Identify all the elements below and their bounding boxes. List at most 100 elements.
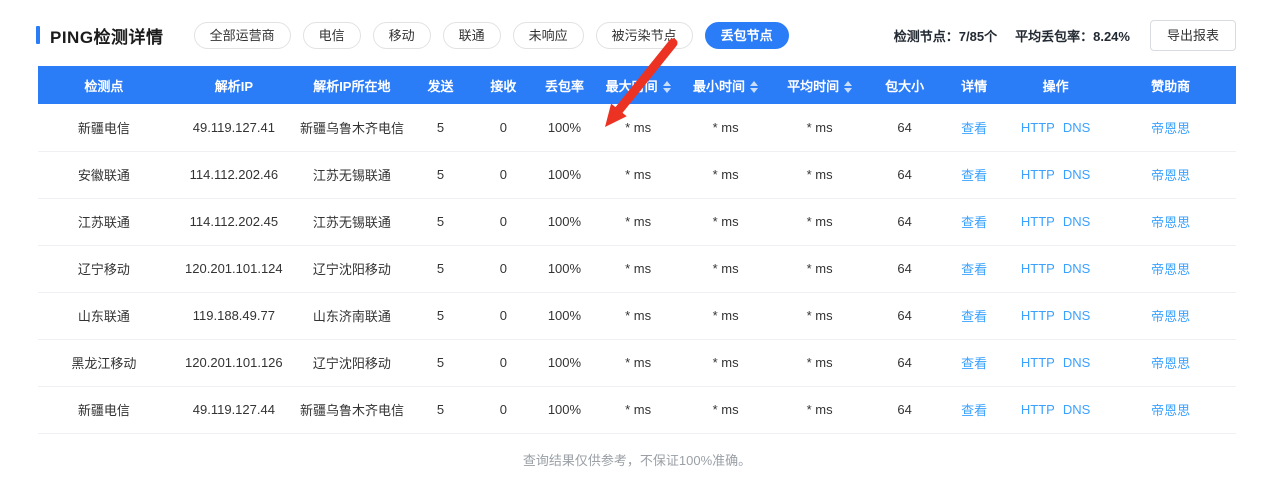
column-header-ops: 操作 — [1005, 66, 1106, 104]
node-cell: 新疆电信 — [38, 104, 170, 152]
operations-cell: HTTP DNS — [1005, 151, 1106, 199]
filter-pill-0[interactable]: 全部运营商 — [193, 21, 291, 49]
filter-pill-3[interactable]: 联通 — [442, 21, 501, 49]
stats: 检测节点：7/85个 平均丢包率：8.24% — [894, 26, 1130, 45]
view-detail-link[interactable]: 查看 — [961, 215, 987, 230]
operations-cell: HTTP DNS — [1005, 292, 1106, 340]
sort-icon[interactable] — [662, 81, 671, 94]
column-label-avg: 平均时间 — [787, 78, 840, 94]
filter-pill-5[interactable]: 被污染节点 — [595, 21, 693, 49]
http-test-link[interactable]: HTTP — [1021, 261, 1055, 276]
max-cell: * ms — [597, 386, 679, 434]
max-cell: * ms — [597, 104, 679, 152]
ip-cell: 49.119.127.44 — [169, 386, 298, 434]
http-test-link[interactable]: HTTP — [1021, 308, 1055, 323]
column-header-max[interactable]: 最大时间 — [597, 66, 679, 104]
sent-cell: 5 — [405, 292, 476, 340]
filter-pill-1[interactable]: 电信 — [302, 21, 361, 49]
sent-cell: 5 — [405, 386, 476, 434]
column-header-loss: 丢包率 — [531, 66, 598, 104]
column-header-sent: 发送 — [405, 66, 476, 104]
http-test-link[interactable]: HTTP — [1021, 402, 1055, 417]
sort-icon[interactable] — [844, 81, 853, 94]
sort-icon[interactable] — [750, 81, 759, 94]
http-test-link[interactable]: HTTP — [1021, 167, 1055, 182]
dns-test-link[interactable]: DNS — [1063, 214, 1090, 229]
http-test-link[interactable]: HTTP — [1021, 214, 1055, 229]
sponsor-link[interactable]: 帝恩思 — [1151, 168, 1190, 183]
loss-cell: 100% — [531, 151, 598, 199]
size-cell: 64 — [866, 292, 943, 340]
column-header-node: 检测点 — [38, 66, 170, 104]
ip-cell: 114.112.202.45 — [169, 198, 298, 246]
column-label-max: 最大时间 — [605, 78, 658, 94]
column-header-avg[interactable]: 平均时间 — [772, 66, 867, 104]
sponsor-link[interactable]: 帝恩思 — [1151, 356, 1190, 371]
location-cell: 辽宁沈阳移动 — [297, 339, 406, 387]
sponsor-link[interactable]: 帝恩思 — [1151, 403, 1190, 418]
filter-pill-2[interactable]: 移动 — [372, 21, 431, 49]
sponsor-link[interactable]: 帝恩思 — [1151, 262, 1190, 277]
dns-test-link[interactable]: DNS — [1063, 355, 1090, 370]
dns-test-link[interactable]: DNS — [1063, 167, 1090, 182]
view-detail-link[interactable]: 查看 — [961, 121, 987, 136]
http-test-link[interactable]: HTTP — [1021, 355, 1055, 370]
dns-test-link[interactable]: DNS — [1063, 120, 1090, 135]
sponsor-link[interactable]: 帝恩思 — [1151, 309, 1190, 324]
title-wrap: PING检测详情 — [36, 23, 164, 48]
view-detail-link[interactable]: 查看 — [961, 356, 987, 371]
caret-up-icon[interactable] — [662, 81, 671, 87]
max-cell: * ms — [597, 245, 679, 293]
loss-cell: 100% — [531, 386, 598, 434]
view-detail-link[interactable]: 查看 — [961, 403, 987, 418]
table-row: 山东联通 119.188.49.77 山东济南联通 5 0 100% * ms * ms * m… — [38, 292, 1236, 340]
caret-up-icon[interactable] — [750, 81, 759, 87]
sponsor-cell: 帝恩思 — [1105, 104, 1236, 152]
avg-loss-stat: 平均丢包率：8.24% — [1015, 26, 1130, 45]
dns-test-link[interactable]: DNS — [1063, 308, 1090, 323]
node-cell: 江苏联通 — [38, 198, 170, 246]
node-cell: 辽宁移动 — [38, 245, 170, 293]
view-detail-link[interactable]: 查看 — [961, 309, 987, 324]
column-header-min[interactable]: 最小时间 — [678, 66, 773, 104]
column-header-received: 接收 — [475, 66, 532, 104]
min-cell: * ms — [678, 292, 773, 340]
export-report-button[interactable]: 导出报表 — [1149, 19, 1236, 51]
dns-test-link[interactable]: DNS — [1063, 261, 1090, 276]
topbar: PING检测详情 全部运营商 电信 移动 联通 未响应 被污染节点 丢包节点 检测节点：7/… — [36, 19, 1236, 51]
detected-nodes-label: 检测节点： — [893, 28, 959, 44]
caret-up-icon[interactable] — [844, 81, 853, 87]
filter-pill-6-active[interactable]: 丢包节点 — [704, 21, 789, 49]
size-cell: 64 — [866, 198, 943, 246]
operations-cell: HTTP DNS — [1005, 245, 1106, 293]
sent-cell: 5 — [405, 245, 476, 293]
filter-pills: 全部运营商 电信 移动 联通 未响应 被污染节点 丢包节点 — [193, 21, 789, 49]
column-label-size: 包大小 — [885, 78, 925, 94]
received-cell: 0 — [475, 386, 532, 434]
sponsor-link[interactable]: 帝恩思 — [1151, 215, 1190, 230]
http-test-link[interactable]: HTTP — [1021, 120, 1055, 135]
column-label-sent: 发送 — [427, 78, 454, 94]
topbar-right: 检测节点：7/85个 平均丢包率：8.24% 导出报表 — [894, 19, 1236, 51]
caret-down-icon[interactable] — [844, 88, 853, 94]
ping-detail-page: PING检测详情 全部运营商 电信 移动 联通 未响应 被污染节点 丢包节点 检测节点：7/… — [0, 0, 1274, 482]
sponsor-link[interactable]: 帝恩思 — [1151, 121, 1190, 136]
loss-cell: 100% — [531, 198, 598, 246]
min-cell: * ms — [678, 386, 773, 434]
loss-cell: 100% — [531, 292, 598, 340]
caret-down-icon[interactable] — [750, 88, 759, 94]
column-header-ip: 解析IP — [169, 66, 298, 104]
view-detail-link[interactable]: 查看 — [961, 262, 987, 277]
caret-down-icon[interactable] — [662, 88, 671, 94]
received-cell: 0 — [475, 245, 532, 293]
operations-cell: HTTP DNS — [1005, 104, 1106, 152]
view-detail-link[interactable]: 查看 — [961, 168, 987, 183]
filter-pill-4[interactable]: 未响应 — [512, 21, 584, 49]
received-cell: 0 — [475, 198, 532, 246]
location-cell: 辽宁沈阳移动 — [297, 245, 406, 293]
detail-cell: 查看 — [942, 292, 1006, 340]
avg-cell: * ms — [772, 151, 867, 199]
sent-cell: 5 — [405, 339, 476, 387]
detail-cell: 查看 — [942, 151, 1006, 199]
dns-test-link[interactable]: DNS — [1063, 402, 1090, 417]
